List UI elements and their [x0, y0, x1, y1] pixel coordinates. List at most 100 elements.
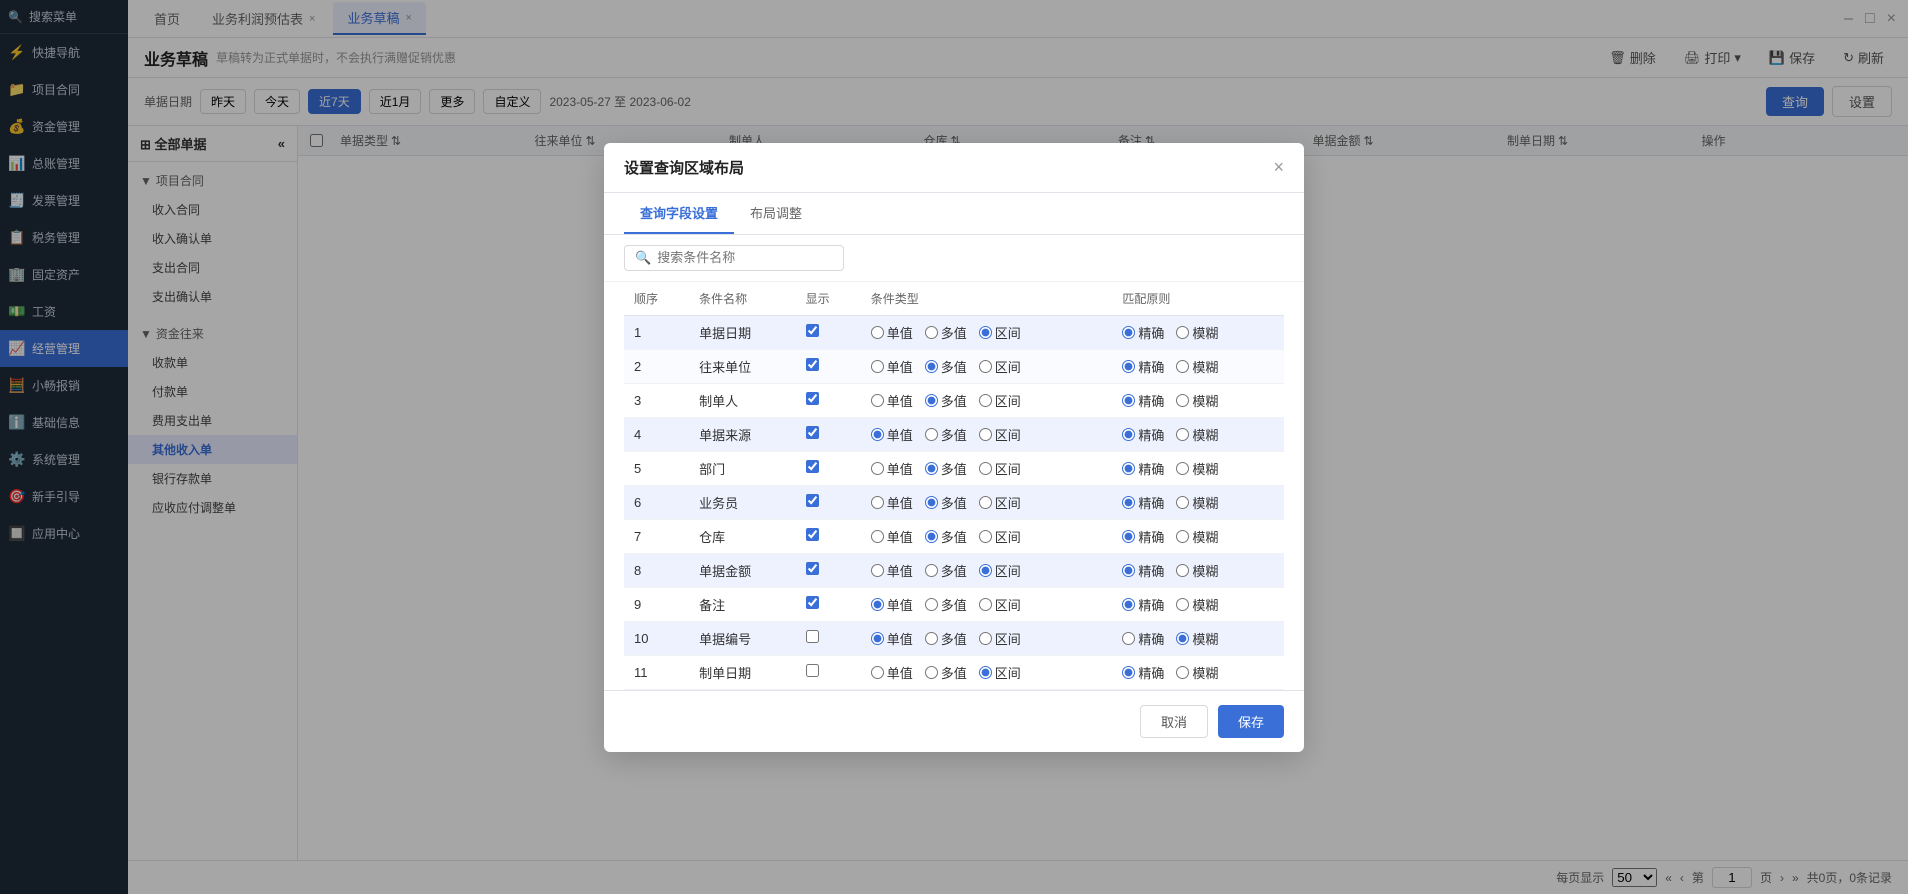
display-checkbox[interactable] — [806, 358, 819, 371]
display-checkbox[interactable] — [806, 630, 819, 643]
type-radio-区间[interactable]: 区间 — [979, 357, 1021, 376]
display-checkbox[interactable] — [806, 664, 819, 677]
type-radio-单值[interactable]: 单值 — [871, 357, 913, 376]
match-radio-模糊[interactable]: 模糊 — [1176, 493, 1218, 512]
cell-display — [796, 655, 861, 689]
display-checkbox[interactable] — [806, 494, 819, 507]
cell-type: 单值多值区间 — [861, 451, 1113, 485]
type-radio-区间[interactable]: 区间 — [979, 629, 1021, 648]
dialog-table-row: 11制单日期单值多值区间精确模糊 — [624, 655, 1284, 689]
type-radio-多值[interactable]: 多值 — [925, 561, 967, 580]
match-radio-模糊[interactable]: 模糊 — [1176, 561, 1218, 580]
match-radio-模糊[interactable]: 模糊 — [1176, 357, 1218, 376]
type-radio-多值[interactable]: 多值 — [925, 357, 967, 376]
match-radio-模糊[interactable]: 模糊 — [1176, 663, 1218, 682]
dialog-tab-layout[interactable]: 布局调整 — [734, 193, 818, 234]
type-radio-多值[interactable]: 多值 — [925, 425, 967, 444]
dialog-save-button[interactable]: 保存 — [1218, 705, 1284, 738]
type-radio-单值[interactable]: 单值 — [871, 527, 913, 546]
cell-name: 制单日期 — [689, 655, 796, 689]
type-radio-区间[interactable]: 区间 — [979, 391, 1021, 410]
cell-order: 8 — [624, 553, 689, 587]
cell-match: 精确模糊 — [1112, 587, 1284, 621]
match-radio-模糊[interactable]: 模糊 — [1176, 459, 1218, 478]
match-radio-精确[interactable]: 精确 — [1122, 663, 1164, 682]
cell-match: 精确模糊 — [1112, 655, 1284, 689]
match-radio-精确[interactable]: 精确 — [1122, 527, 1164, 546]
type-radio-单值[interactable]: 单值 — [871, 663, 913, 682]
match-radio-精确[interactable]: 精确 — [1122, 425, 1164, 444]
dialog-table-row: 6业务员单值多值区间精确模糊 — [624, 485, 1284, 519]
match-radio-精确[interactable]: 精确 — [1122, 391, 1164, 410]
display-checkbox[interactable] — [806, 528, 819, 541]
match-radio-精确[interactable]: 精确 — [1122, 459, 1164, 478]
match-radio-模糊[interactable]: 模糊 — [1176, 391, 1218, 410]
type-radio-多值[interactable]: 多值 — [925, 527, 967, 546]
type-radio-区间[interactable]: 区间 — [979, 323, 1021, 342]
type-radio-多值[interactable]: 多值 — [925, 629, 967, 648]
match-radio-模糊[interactable]: 模糊 — [1176, 425, 1218, 444]
display-checkbox[interactable] — [806, 426, 819, 439]
cell-type: 单值多值区间 — [861, 417, 1113, 451]
display-checkbox[interactable] — [806, 562, 819, 575]
type-radio-区间[interactable]: 区间 — [979, 663, 1021, 682]
dialog-cancel-button[interactable]: 取消 — [1140, 705, 1208, 738]
type-radio-单值[interactable]: 单值 — [871, 629, 913, 648]
dialog-close-button[interactable]: × — [1273, 157, 1284, 178]
cell-match: 精确模糊 — [1112, 349, 1284, 383]
dialog-header: 设置查询区域布局 × — [604, 143, 1304, 193]
match-radio-模糊[interactable]: 模糊 — [1176, 323, 1218, 342]
cell-type: 单值多值区间 — [861, 349, 1113, 383]
display-checkbox[interactable] — [806, 460, 819, 473]
type-radio-区间[interactable]: 区间 — [979, 493, 1021, 512]
match-radio-精确[interactable]: 精确 — [1122, 629, 1164, 648]
match-radio-模糊[interactable]: 模糊 — [1176, 527, 1218, 546]
cell-display — [796, 349, 861, 383]
cell-display — [796, 621, 861, 655]
dialog-tab-query-fields[interactable]: 查询字段设置 — [624, 193, 734, 234]
cell-match: 精确模糊 — [1112, 485, 1284, 519]
match-radio-精确[interactable]: 精确 — [1122, 357, 1164, 376]
cell-order: 6 — [624, 485, 689, 519]
type-radio-区间[interactable]: 区间 — [979, 425, 1021, 444]
dialog-table-row: 10单据编号单值多值区间精确模糊 — [624, 621, 1284, 655]
type-radio-多值[interactable]: 多值 — [925, 663, 967, 682]
match-radio-精确[interactable]: 精确 — [1122, 493, 1164, 512]
type-radio-多值[interactable]: 多值 — [925, 391, 967, 410]
type-radio-单值[interactable]: 单值 — [871, 323, 913, 342]
cell-type: 单值多值区间 — [861, 485, 1113, 519]
type-radio-区间[interactable]: 区间 — [979, 561, 1021, 580]
match-radio-精确[interactable]: 精确 — [1122, 323, 1164, 342]
type-radio-单值[interactable]: 单值 — [871, 459, 913, 478]
type-radio-多值[interactable]: 多值 — [925, 595, 967, 614]
type-radio-单值[interactable]: 单值 — [871, 391, 913, 410]
type-radio-多值[interactable]: 多值 — [925, 493, 967, 512]
dialog-body: 查询字段设置 布局调整 🔍 顺序 条件名称 — [604, 193, 1304, 690]
cell-name: 业务员 — [689, 485, 796, 519]
cell-match: 精确模糊 — [1112, 553, 1284, 587]
type-radio-单值[interactable]: 单值 — [871, 493, 913, 512]
type-radio-区间[interactable]: 区间 — [979, 595, 1021, 614]
match-radio-精确[interactable]: 精确 — [1122, 561, 1164, 580]
dialog-tab-layout-label: 布局调整 — [750, 206, 802, 221]
display-checkbox[interactable] — [806, 596, 819, 609]
cell-order: 3 — [624, 383, 689, 417]
match-radio-模糊[interactable]: 模糊 — [1176, 595, 1218, 614]
type-radio-单值[interactable]: 单值 — [871, 595, 913, 614]
dialog-table: 顺序 条件名称 显示 条件类型 匹配原则 1单据日期单值多值区间精确模糊2往来单… — [624, 282, 1284, 690]
type-radio-多值[interactable]: 多值 — [925, 459, 967, 478]
display-checkbox[interactable] — [806, 392, 819, 405]
dialog-tabs: 查询字段设置 布局调整 — [604, 193, 1304, 235]
dialog-title: 设置查询区域布局 — [624, 157, 744, 178]
type-radio-区间[interactable]: 区间 — [979, 459, 1021, 478]
match-radio-精确[interactable]: 精确 — [1122, 595, 1164, 614]
dialog-search-input[interactable] — [657, 250, 833, 265]
match-radio-模糊[interactable]: 模糊 — [1176, 629, 1218, 648]
type-radio-单值[interactable]: 单值 — [871, 561, 913, 580]
display-checkbox[interactable] — [806, 324, 819, 337]
th-order: 顺序 — [624, 282, 689, 316]
type-radio-多值[interactable]: 多值 — [925, 323, 967, 342]
type-radio-区间[interactable]: 区间 — [979, 527, 1021, 546]
cell-display — [796, 417, 861, 451]
type-radio-单值[interactable]: 单值 — [871, 425, 913, 444]
